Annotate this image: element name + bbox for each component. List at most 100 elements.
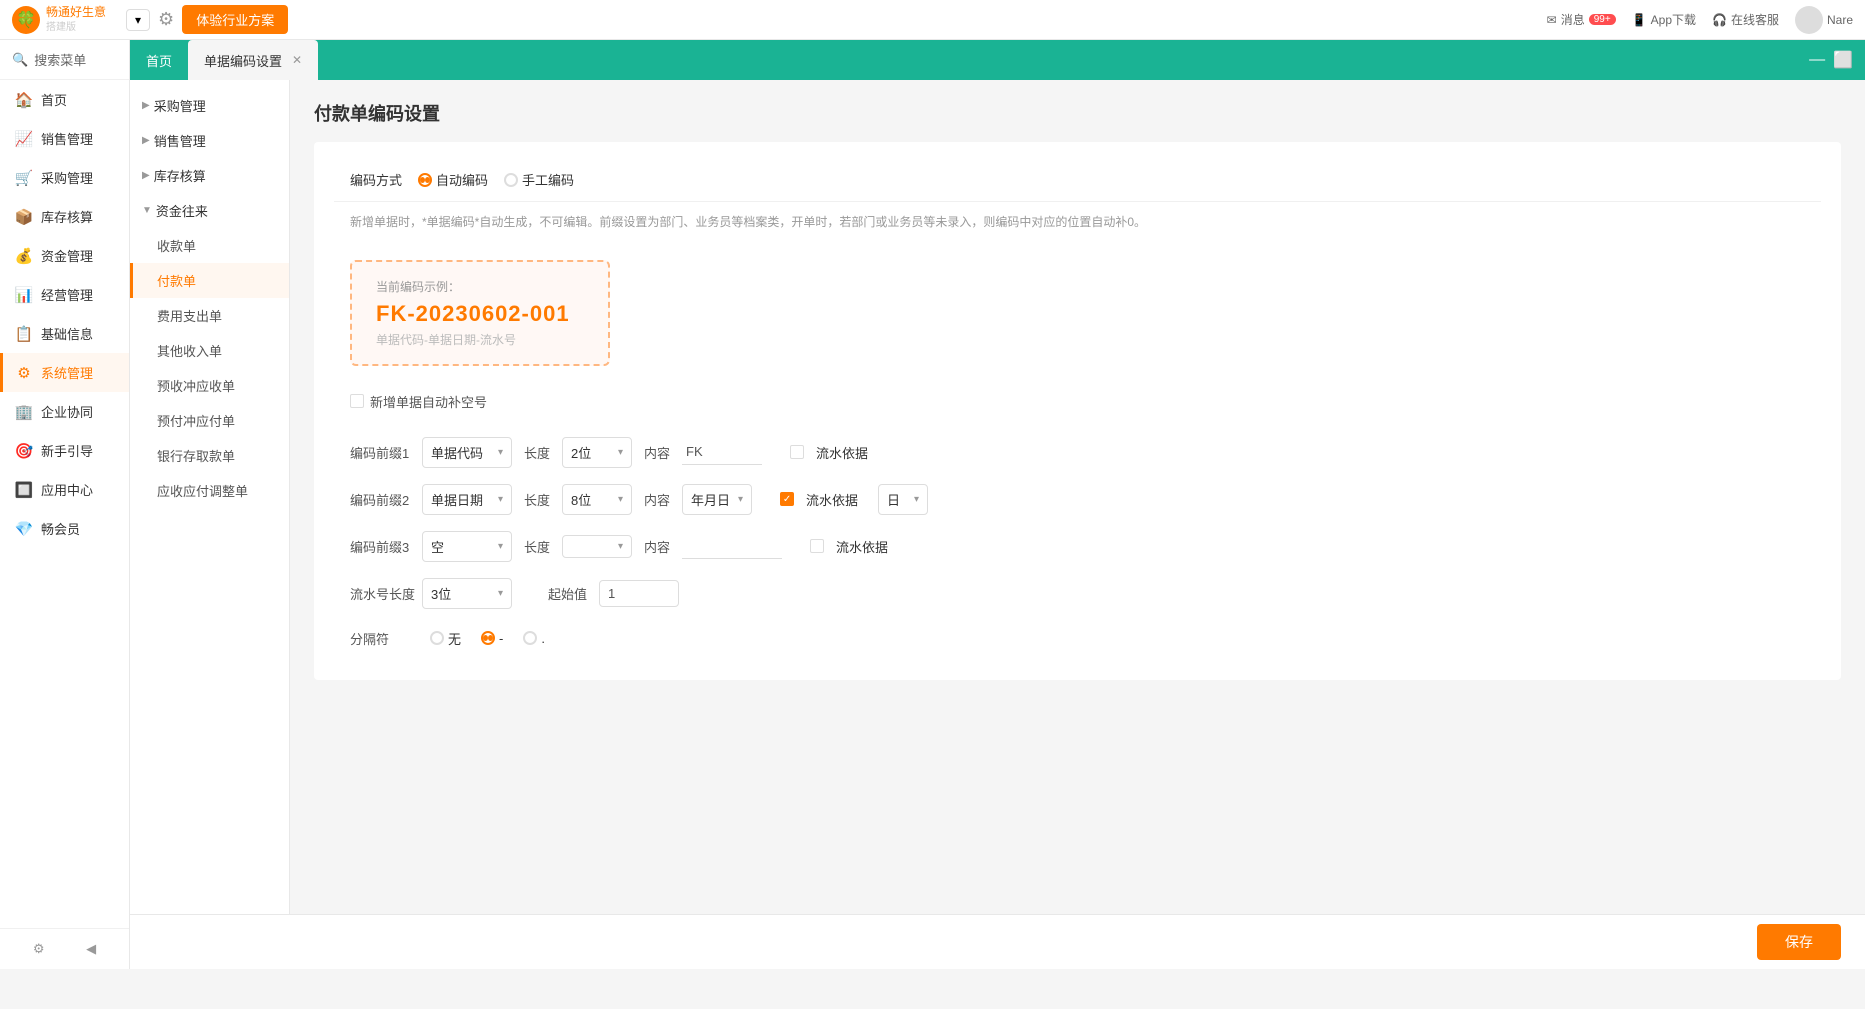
message-btn[interactable]: ✉ 消息 99+	[1547, 11, 1616, 28]
length1-select[interactable]: 2位 ▾	[562, 437, 632, 468]
sidebar-collapse-icon[interactable]: ◀	[86, 941, 96, 957]
sub-item-receipt[interactable]: 收款单	[130, 228, 289, 263]
sub-item-other-income[interactable]: 其他收入单	[130, 333, 289, 368]
form-row-separator: 分隔符 无 - .	[350, 621, 1805, 656]
nav-dropdown[interactable]: ▾	[126, 9, 150, 31]
system-icon: ⚙	[15, 364, 33, 382]
group-sales: ▶ 销售管理	[130, 123, 289, 158]
serial-length-label: 流水号长度	[350, 584, 410, 603]
form-row-prefix3: 编码前缀3 空 ▾ 长度 ▾ 内容	[350, 523, 1805, 570]
sidebar-settings-icon[interactable]: ⚙	[33, 941, 45, 957]
main-layout: 🔍 搜索菜单 🏠 首页 📈 销售管理 🛒 采购管理 📦 库存核算 💰 资金管理 …	[0, 40, 1865, 969]
sidebar-item-vip[interactable]: 💎 畅会员	[0, 509, 129, 548]
sidebar-item-enterprise[interactable]: 🏢 企业协同	[0, 392, 129, 431]
finance-icon: 💰	[15, 247, 33, 265]
chevron-down-icon: ▾	[498, 447, 503, 458]
home-icon: 🏠	[15, 91, 33, 109]
bottom-bar: 保存	[130, 914, 1865, 969]
auto-fill-row: 新增单据自动补空号	[334, 382, 1821, 421]
sidebar-item-finance[interactable]: 💰 资金管理	[0, 236, 129, 275]
prefix1-select[interactable]: 单据代码 ▾	[422, 437, 512, 468]
radio-manual[interactable]: 手工编码	[504, 170, 574, 189]
settings-icon[interactable]: ⚙	[158, 9, 174, 30]
prefix3-select[interactable]: 空 ▾	[422, 531, 512, 562]
save-button[interactable]: 保存	[1757, 924, 1841, 960]
minimize-icon[interactable]: —	[1809, 51, 1825, 69]
experience-btn[interactable]: 体验行业方案	[182, 5, 288, 34]
encoding-method-row: 编码方式 自动编码 手工编码	[334, 158, 1821, 202]
group-capital-title[interactable]: ▼ 资金往来	[130, 193, 289, 228]
sub-item-payment[interactable]: 付款单	[130, 263, 289, 298]
tab-home[interactable]: 首页	[130, 40, 188, 80]
code-preview-value: FK-20230602-001	[376, 301, 584, 327]
sidebar-item-apps[interactable]: 🔲 应用中心	[0, 470, 129, 509]
phone-icon: 📱	[1632, 13, 1647, 27]
prefix2-label: 编码前缀2	[350, 490, 410, 509]
serial-length-select[interactable]: 3位 ▾	[422, 578, 512, 609]
maximize-icon[interactable]: ⬜	[1833, 50, 1853, 70]
sub-item-advance-receivable[interactable]: 预收冲应收单	[130, 368, 289, 403]
sub-item-expense[interactable]: 费用支出单	[130, 298, 289, 333]
tabbar-actions: — ⬜	[1809, 50, 1865, 70]
prefix2-select[interactable]: 单据日期 ▾	[422, 484, 512, 515]
content2-select[interactable]: 年月日 ▾	[682, 484, 752, 515]
sidebar-item-inventory[interactable]: 📦 库存核算	[0, 197, 129, 236]
sep-dash-radio[interactable]: -	[481, 631, 503, 646]
message-badge: 99+	[1589, 14, 1616, 25]
waterfall2-unit-select[interactable]: 日 ▾	[878, 484, 928, 515]
length3-select[interactable]: ▾	[562, 535, 632, 558]
online-service-btn[interactable]: 🎧 在线客服	[1712, 11, 1779, 28]
user-profile[interactable]: Nare	[1795, 6, 1853, 34]
chevron-down-icon: ▾	[618, 541, 623, 552]
guide-icon: 🎯	[15, 442, 33, 460]
sub-item-bank-deposit[interactable]: 银行存取款单	[130, 438, 289, 473]
chevron-down-icon: ▾	[914, 494, 919, 505]
search-icon: 🔍	[12, 52, 28, 68]
sep-none-dot	[430, 631, 444, 645]
length3-label: 长度	[524, 537, 550, 556]
sep-dot-radio[interactable]: .	[523, 631, 545, 646]
content-area: 首页 单据编码设置 ✕ — ⬜ ▶ 采购管理	[130, 40, 1865, 969]
auto-fill-checkbox[interactable]	[350, 394, 364, 408]
sub-sidebar: ▶ 采购管理 ▶ 销售管理 ▶ 库存核算	[130, 80, 290, 969]
radio-manual-dot	[504, 173, 518, 187]
waterfall3-label: 流水依据	[836, 537, 888, 556]
content3-input[interactable]	[682, 533, 782, 559]
chevron-down-icon: ▾	[618, 447, 623, 458]
length2-select[interactable]: 8位 ▾	[562, 484, 632, 515]
tab-serial-settings[interactable]: 单据编码设置 ✕	[188, 40, 318, 80]
sidebar-item-purchase[interactable]: 🛒 采购管理	[0, 158, 129, 197]
sidebar-item-system[interactable]: ⚙ 系统管理	[0, 353, 129, 392]
topbar-nav: ▾ ⚙	[126, 9, 174, 31]
group-sales-title[interactable]: ▶ 销售管理	[130, 123, 289, 158]
start-value-input[interactable]	[599, 580, 679, 607]
group-purchase-title[interactable]: ▶ 采购管理	[130, 88, 289, 123]
basic-icon: 📋	[15, 325, 33, 343]
tab-close-btn[interactable]: ✕	[292, 53, 302, 67]
content3-label: 内容	[644, 537, 670, 556]
topbar: 🍀 畅通好生意 搭建版 ▾ ⚙ 体验行业方案 ✉ 消息 99+ 📱 App下载 …	[0, 0, 1865, 40]
sidebar-item-basic[interactable]: 📋 基础信息	[0, 314, 129, 353]
radio-auto[interactable]: 自动编码	[418, 170, 488, 189]
app-download-btn[interactable]: 📱 App下载	[1632, 11, 1696, 28]
message-icon: ✉	[1547, 13, 1557, 27]
group-inventory-title[interactable]: ▶ 库存核算	[130, 158, 289, 193]
waterfall2-checkbox[interactable]: ✓	[780, 492, 794, 506]
sidebar-bottom: ⚙ ◀	[0, 928, 129, 969]
sidebar-item-guide[interactable]: 🎯 新手引导	[0, 431, 129, 470]
sub-layout: ▶ 采购管理 ▶ 销售管理 ▶ 库存核算	[130, 80, 1865, 969]
sidebar-item-home[interactable]: 🏠 首页	[0, 80, 129, 119]
sidebar-item-operations[interactable]: 📊 经营管理	[0, 275, 129, 314]
sub-item-ap-adjust[interactable]: 应收应付调整单	[130, 473, 289, 508]
settings-card: 编码方式 自动编码 手工编码	[314, 142, 1841, 680]
sep-none-radio[interactable]: 无	[430, 629, 461, 648]
waterfall1-checkbox[interactable]	[790, 445, 804, 459]
sidebar-item-sales[interactable]: 📈 销售管理	[0, 119, 129, 158]
main-content: 付款单编码设置 编码方式 自动编码 手工编码	[290, 80, 1865, 969]
enterprise-icon: 🏢	[15, 403, 33, 421]
search-menu[interactable]: 🔍 搜索菜单	[0, 40, 129, 80]
sep-dot-dot	[523, 631, 537, 645]
content1-input[interactable]	[682, 439, 762, 465]
sub-item-advance-payable[interactable]: 预付冲应付单	[130, 403, 289, 438]
waterfall3-checkbox[interactable]	[810, 539, 824, 553]
